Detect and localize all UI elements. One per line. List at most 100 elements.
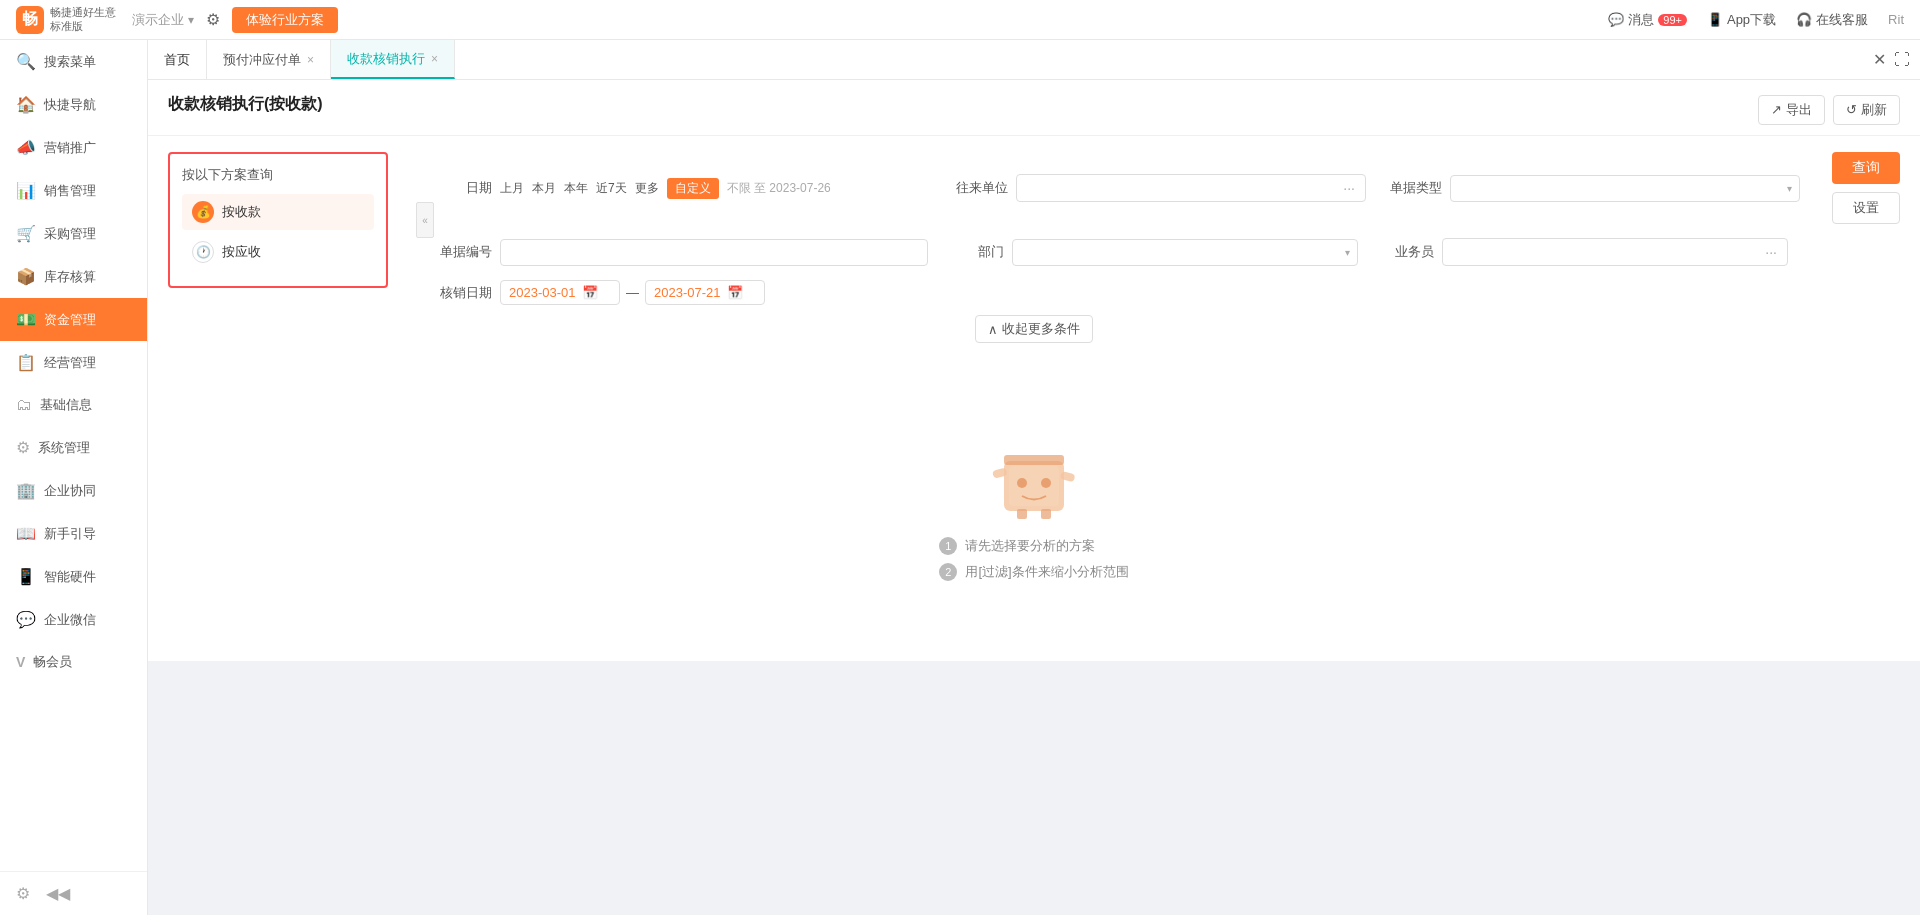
sidebar-label-wechat: 企业微信	[44, 611, 96, 629]
date-last-month-btn[interactable]: 上月	[500, 180, 524, 197]
writeoff-date-range: 2023-03-01 📅 — 2023-07-21 📅	[500, 280, 921, 305]
sidebar-item-sales[interactable]: 📊 销售管理	[0, 169, 147, 212]
operations-icon: 📋	[16, 353, 36, 372]
receipt-icon: 💰	[192, 201, 214, 223]
empty-state: 1 请先选择要分析的方案 2 用[过滤]条件来缩小分析范围	[148, 351, 1920, 661]
sidebar-item-purchase[interactable]: 🛒 采购管理	[0, 212, 147, 255]
tab-close-all-icon[interactable]: ✕	[1873, 50, 1886, 69]
filter-fields-area: 日期 上月 本月 本年 近7天 更多 自定义 不限 至 2023-07-26	[416, 152, 1900, 305]
date-label: 日期	[440, 179, 492, 197]
refresh-button[interactable]: ↺ 刷新	[1833, 95, 1900, 125]
settings-button[interactable]: 设置	[1832, 192, 1900, 224]
payable-label: 按应收	[222, 243, 261, 261]
sidebar-label-operations: 经营管理	[44, 354, 96, 372]
sidebar-item-system[interactable]: ⚙ 系统管理	[0, 426, 147, 469]
query-button[interactable]: 查询	[1832, 152, 1900, 184]
date-this-month-btn[interactable]: 本月	[532, 180, 556, 197]
sidebar-item-basic-info[interactable]: 🗂 基础信息	[0, 384, 147, 426]
department-select[interactable]	[1012, 239, 1358, 266]
sidebar-label-quick-nav: 快捷导航	[44, 96, 96, 114]
service-item[interactable]: 🎧 在线客服	[1796, 11, 1868, 29]
marketing-icon: 📣	[16, 138, 36, 157]
message-icon: 💬	[1608, 12, 1624, 27]
sidebar-item-finance[interactable]: 💵 资金管理	[0, 298, 147, 341]
app-download-item[interactable]: 📱 App下载	[1707, 11, 1776, 29]
filter-collapse-button[interactable]: «	[416, 202, 434, 238]
tab-bar: 首页 预付冲应付单 × 收款核销执行 × ✕ ⛶	[148, 40, 1920, 80]
counterparty-dots-icon: ···	[1343, 180, 1355, 196]
sidebar-item-inventory[interactable]: 📦 库存核算	[0, 255, 147, 298]
staff-dots-icon: ···	[1765, 244, 1777, 260]
voucher-type-select[interactable]	[1450, 175, 1800, 202]
finance-icon: 💵	[16, 310, 36, 329]
empty-hints: 1 请先选择要分析的方案 2 用[过滤]条件来缩小分析范围	[939, 537, 1128, 581]
date-quick-btns: 上月 本月 本年 近7天 更多 自定义 不限 至 2023-07-26	[500, 178, 932, 199]
page-top-actions: ↗ 导出 ↺ 刷新	[1758, 95, 1900, 125]
voucher-no-input[interactable]	[500, 239, 928, 266]
writeoff-date-start-box[interactable]: 2023-03-01 📅	[500, 280, 620, 305]
voucher-no-group: 单据编号	[440, 239, 928, 266]
date-custom-active[interactable]: 自定义	[667, 178, 719, 199]
tab-collection-close-icon[interactable]: ×	[431, 53, 438, 65]
sidebar-item-operations[interactable]: 📋 经营管理	[0, 341, 147, 384]
sidebar-label-marketing: 营销推广	[44, 139, 96, 157]
inventory-icon: 📦	[16, 267, 36, 286]
topbar-right: 💬 消息 99+ 📱 App下载 🎧 在线客服 Rit	[1608, 11, 1904, 29]
date-last-7days-btn[interactable]: 近7天	[596, 180, 627, 197]
app-label: App下载	[1727, 11, 1776, 29]
user-name[interactable]: Rit	[1888, 12, 1904, 27]
sidebar-item-quick-nav[interactable]: 🏠 快捷导航	[0, 83, 147, 126]
tab-expand-icon[interactable]: ⛶	[1894, 51, 1910, 69]
filter-row-1: 日期 上月 本月 本年 近7天 更多 自定义 不限 至 2023-07-26	[440, 152, 1900, 224]
counterparty-input[interactable]: ···	[1016, 174, 1366, 202]
empty-illustration	[984, 431, 1084, 521]
department-select-wrap: ▾	[1012, 239, 1358, 266]
tab-bar-right: ✕ ⛶	[1863, 50, 1920, 69]
empty-hint-1: 1 请先选择要分析的方案	[939, 537, 1128, 555]
sidebar-item-tutorial[interactable]: 📖 新手引导	[0, 512, 147, 555]
collapse-more-area: ∧ 收起更多条件	[168, 315, 1900, 343]
writeoff-start-cal-icon[interactable]: 📅	[582, 285, 598, 300]
sidebar-label-member: 畅会员	[33, 653, 72, 671]
staff-label: 业务员	[1382, 243, 1434, 261]
svg-rect-5	[1017, 509, 1027, 519]
tab-collection[interactable]: 收款核销执行 ×	[331, 40, 455, 79]
sidebar-item-marketing[interactable]: 📣 营销推广	[0, 126, 147, 169]
logo-text: 畅捷通好生意标准版	[50, 6, 116, 32]
collapse-more-button[interactable]: ∧ 收起更多条件	[975, 315, 1093, 343]
tab-home-label: 首页	[164, 51, 190, 69]
company-arrow-icon[interactable]: ▾	[188, 13, 194, 27]
app-icon: 📱	[1707, 12, 1723, 27]
writeoff-end-cal-icon[interactable]: 📅	[727, 285, 743, 300]
tab-prepay[interactable]: 预付冲应付单 ×	[207, 40, 331, 79]
solution-button[interactable]: 体验行业方案	[232, 7, 338, 33]
tab-prepay-close-icon[interactable]: ×	[307, 54, 314, 66]
tab-home[interactable]: 首页	[148, 40, 207, 79]
export-button[interactable]: ↗ 导出	[1758, 95, 1825, 125]
sidebar-item-wechat[interactable]: 💬 企业微信	[0, 598, 147, 641]
filter-option-by-receipt[interactable]: 💰 按收款	[182, 194, 374, 230]
sidebar-item-enterprise[interactable]: 🏢 企业协同	[0, 469, 147, 512]
writeoff-date-start: 2023-03-01	[509, 285, 576, 300]
staff-input[interactable]: ···	[1442, 238, 1788, 266]
sidebar-item-member[interactable]: V 畅会员	[0, 641, 147, 683]
page-content: 收款核销执行(按收款) ↗ 导出 ↺ 刷新	[148, 80, 1920, 915]
settings-icon[interactable]: ⚙	[206, 10, 220, 29]
sidebar-label-finance: 资金管理	[44, 311, 96, 329]
settings-bottom-icon[interactable]: ⚙	[16, 884, 30, 903]
department-label: 部门	[952, 243, 1004, 261]
filter-option-by-payable[interactable]: 🕐 按应收	[182, 234, 374, 270]
page-title: 收款核销执行(按收款)	[168, 94, 323, 115]
voucher-no-label: 单据编号	[440, 243, 492, 261]
sidebar-label-inventory: 库存核算	[44, 268, 96, 286]
date-this-year-btn[interactable]: 本年	[564, 180, 588, 197]
sidebar-label-sales: 销售管理	[44, 182, 96, 200]
logo: 畅 畅捷通好生意标准版	[16, 6, 116, 34]
writeoff-date-end-box[interactable]: 2023-07-21 📅	[645, 280, 765, 305]
collapse-sidebar-icon[interactable]: ◀◀	[46, 884, 70, 903]
sidebar-item-smart-hw[interactable]: 📱 智能硬件	[0, 555, 147, 598]
hint-num-2: 2	[939, 563, 957, 581]
date-more-btn[interactable]: 更多	[635, 180, 659, 197]
message-item[interactable]: 💬 消息 99+	[1608, 11, 1687, 29]
sidebar-item-search[interactable]: 🔍 搜索菜单	[0, 40, 147, 83]
